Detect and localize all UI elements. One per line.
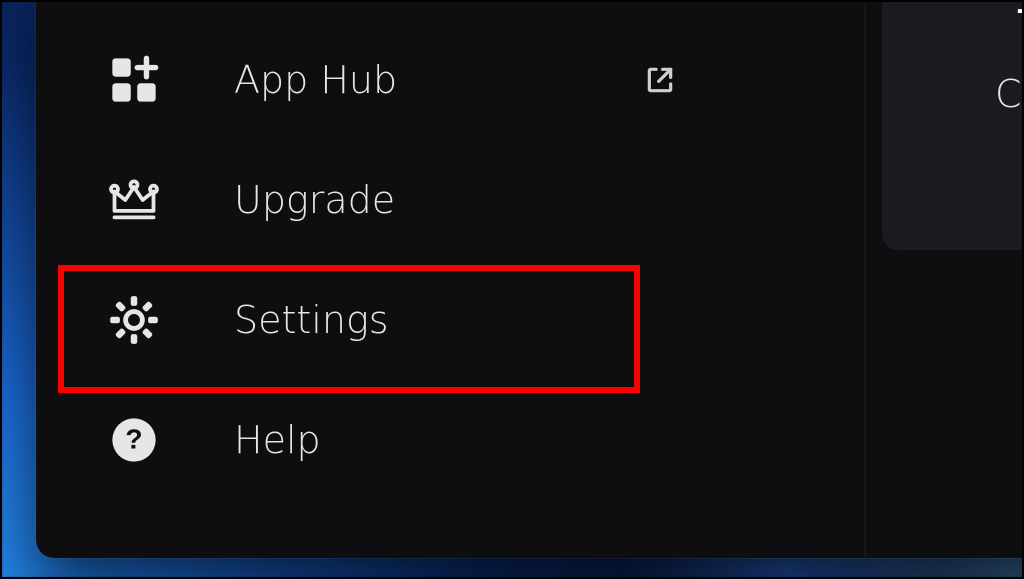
svg-text:?: ? (125, 424, 142, 455)
sidebar-item-app-hub[interactable]: App Hub (54, 20, 718, 140)
sidebar-item-settings[interactable]: Settings (54, 260, 718, 380)
gear-icon (104, 290, 164, 350)
right-panel-line1: T (912, 0, 1024, 54)
sidebar-item-upgrade[interactable]: Upgrade (54, 140, 718, 260)
app-window: App Hub Upgrade (36, 0, 1024, 558)
crown-icon (104, 170, 164, 230)
sidebar-item-help[interactable]: ? Help (54, 380, 718, 500)
right-panel-line2: Che (912, 72, 1024, 116)
vertical-divider (864, 0, 866, 558)
app-hub-icon (104, 50, 164, 110)
sidebar-item-label: Settings (234, 298, 718, 342)
right-panel-card: T Che (882, 0, 1024, 250)
help-icon: ? (104, 410, 164, 470)
sidebar-item-label: Upgrade (234, 178, 718, 222)
sidebar-item-label: Help (234, 418, 718, 462)
sidebar-item-label: App Hub (234, 58, 642, 102)
sidebar: App Hub Upgrade (36, 0, 736, 558)
external-link-icon (642, 62, 678, 98)
